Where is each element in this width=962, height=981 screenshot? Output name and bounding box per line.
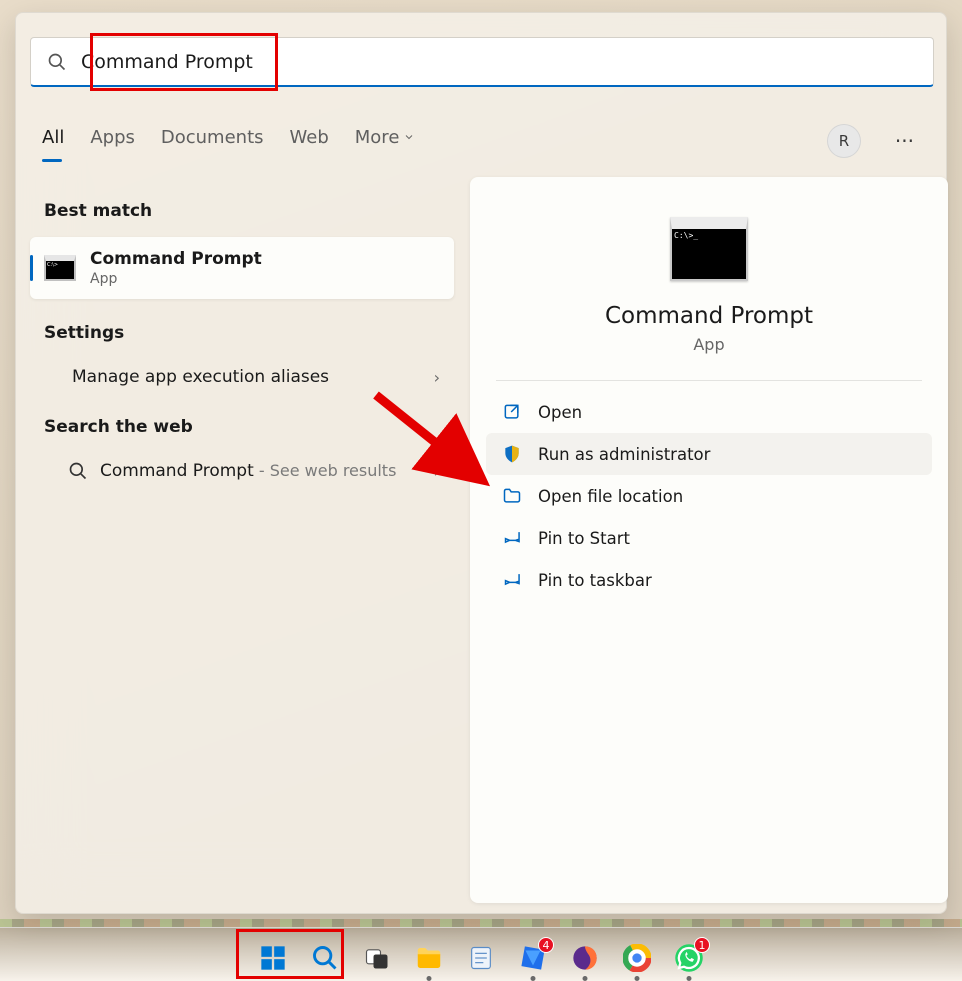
notepad-button[interactable] <box>462 939 500 977</box>
tab-all[interactable]: All <box>42 127 64 156</box>
action-open[interactable]: Open <box>486 391 932 433</box>
shield-icon <box>502 444 522 464</box>
start-search-panel: All Apps Documents Web More R ··· Best m… <box>15 12 947 914</box>
start-button[interactable] <box>254 939 292 977</box>
details-panel: Command Prompt App Open Run as administr… <box>470 177 948 903</box>
open-icon <box>502 402 522 422</box>
action-label: Pin to Start <box>538 529 630 548</box>
search-icon <box>47 52 67 72</box>
tab-more[interactable]: More <box>355 127 416 156</box>
action-label: Open <box>538 403 582 422</box>
settings-heading: Settings <box>30 313 454 353</box>
filter-tabs: All Apps Documents Web More R ··· <box>42 121 922 161</box>
pin-icon <box>502 570 522 590</box>
taskbar-icons: 4 1 <box>254 939 708 977</box>
settings-item-label: Manage app execution aliases <box>72 367 329 387</box>
action-pin-to-taskbar[interactable]: Pin to taskbar <box>486 559 932 601</box>
whatsapp-button[interactable]: 1 <box>670 939 708 977</box>
action-run-as-administrator[interactable]: Run as administrator <box>486 433 932 475</box>
search-web-heading: Search the web <box>30 407 454 447</box>
web-query-text: Command Prompt <box>100 461 254 481</box>
best-match-subtitle: App <box>90 271 262 287</box>
settings-result-item[interactable]: Manage app execution aliases › <box>30 353 454 401</box>
action-label: Run as administrator <box>538 445 710 464</box>
desktop-edge <box>0 919 962 927</box>
best-match-result[interactable]: Command Prompt App <box>30 237 454 299</box>
divider <box>496 380 922 381</box>
details-subtitle: App <box>486 335 932 354</box>
cmd-icon <box>44 255 76 281</box>
task-view-button[interactable] <box>358 939 396 977</box>
results-left-column: Best match Command Prompt App Settings M… <box>30 191 454 495</box>
chevron-down-icon <box>403 131 415 143</box>
edge-button[interactable]: 4 <box>514 939 552 977</box>
search-container <box>30 37 934 87</box>
more-options-button[interactable]: ··· <box>887 125 922 157</box>
web-result-item[interactable]: Command Prompt - See web results › <box>30 447 454 495</box>
tab-web[interactable]: Web <box>290 127 329 156</box>
web-hint-text: - See web results <box>254 461 397 480</box>
search-box[interactable] <box>30 37 934 87</box>
search-icon <box>68 461 88 481</box>
search-input[interactable] <box>81 51 917 73</box>
badge: 1 <box>694 937 710 953</box>
chevron-right-icon: › <box>434 368 440 387</box>
best-match-heading: Best match <box>30 191 454 231</box>
action-pin-to-start[interactable]: Pin to Start <box>486 517 932 559</box>
action-open-file-location[interactable]: Open file location <box>486 475 932 517</box>
badge: 4 <box>538 937 554 953</box>
tab-more-label: More <box>355 127 400 148</box>
chrome-button[interactable] <box>618 939 656 977</box>
file-explorer-button[interactable] <box>410 939 448 977</box>
action-label: Pin to taskbar <box>538 571 652 590</box>
firefox-button[interactable] <box>566 939 604 977</box>
cmd-icon-large <box>670 217 748 281</box>
tab-apps[interactable]: Apps <box>90 127 135 156</box>
taskbar: 4 1 <box>0 927 962 981</box>
action-label: Open file location <box>538 487 683 506</box>
details-title: Command Prompt <box>486 303 932 329</box>
folder-icon <box>502 486 522 506</box>
pin-icon <box>502 528 522 548</box>
best-match-title: Command Prompt <box>90 249 262 269</box>
user-avatar[interactable]: R <box>827 124 861 158</box>
tab-documents[interactable]: Documents <box>161 127 264 156</box>
search-button[interactable] <box>306 939 344 977</box>
chevron-right-icon: › <box>434 462 440 481</box>
